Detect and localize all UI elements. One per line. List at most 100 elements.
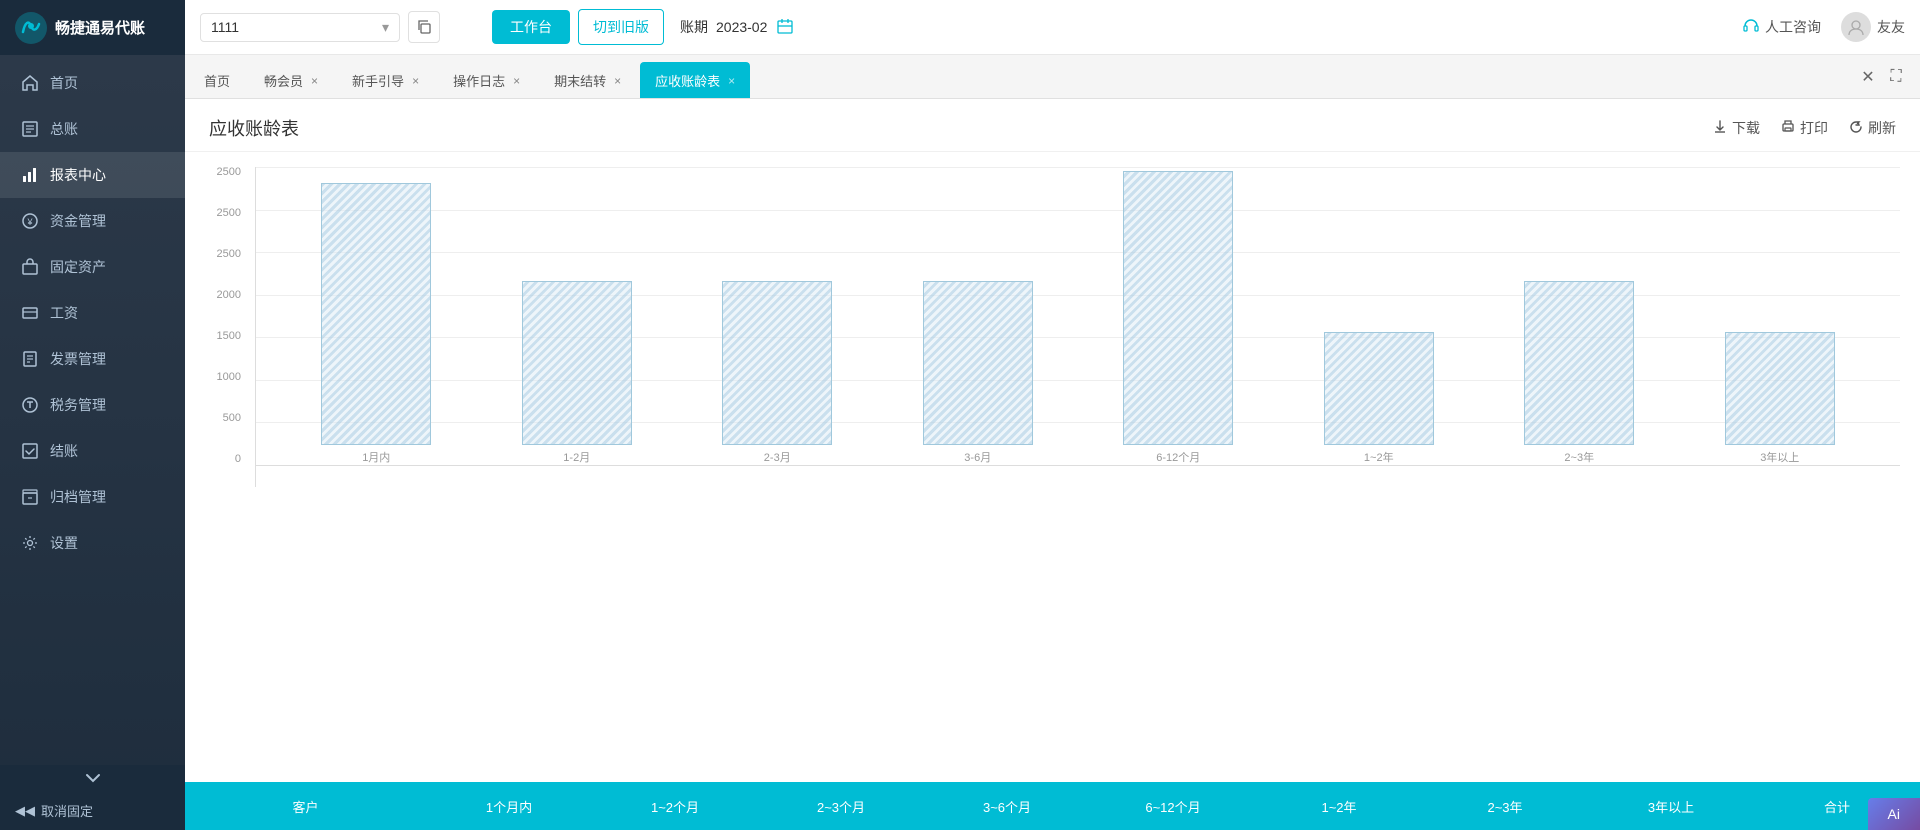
sidebar-logo: 畅捷通易代账 [0, 0, 185, 55]
download-label: 下载 [1732, 118, 1760, 138]
sidebar-item-asset[interactable]: 固定资产 [0, 244, 185, 290]
bars-and-labels: 1月内 1-2月 2-3月 [256, 167, 1900, 487]
fund-icon: ¥ [20, 211, 40, 231]
refresh-button[interactable]: 刷新 [1848, 118, 1896, 138]
tab-home[interactable]: 首页 [189, 62, 245, 98]
tab-guide-close[interactable]: × [412, 74, 419, 88]
tab-member-close[interactable]: × [311, 74, 318, 88]
tab-maximize-button[interactable]: ⛶ [1882, 63, 1910, 91]
sidebar-item-close-account[interactable]: 结账 [0, 428, 185, 474]
tab-close-all-button[interactable]: ✕ [1854, 63, 1882, 91]
bar-2-3month [722, 281, 832, 445]
chart-inner: 1月内 1-2月 2-3月 [255, 167, 1900, 487]
workbench-button[interactable]: 工作台 [492, 10, 570, 44]
bar-group-1-2month: 1-2月 [477, 167, 678, 465]
y-label-2500a: 2500 [217, 249, 249, 260]
col-header-3year-plus: 3年以上 [1588, 797, 1754, 816]
download-button[interactable]: 下载 [1712, 118, 1760, 138]
print-label: 打印 [1800, 118, 1828, 138]
salary-icon [20, 303, 40, 323]
consult-button[interactable]: 人工咨询 [1742, 17, 1821, 38]
period-value: 2023-02 [716, 19, 767, 35]
tab-ar-aging-close[interactable]: × [728, 74, 735, 88]
tab-operation-log-close[interactable]: × [513, 74, 520, 88]
y-label-500: 500 [223, 413, 249, 424]
y-label-0: 0 [235, 454, 249, 465]
col-header-1-2month: 1~2个月 [592, 797, 758, 816]
col-header-2-3month: 2~3个月 [758, 797, 924, 816]
bar-group-1month: 1月内 [276, 167, 477, 465]
sidebar-label-asset: 固定资产 [50, 257, 106, 277]
home-icon [20, 73, 40, 93]
calendar-icon[interactable] [776, 17, 794, 38]
tab-period-close[interactable]: 期末结转 × [539, 62, 636, 98]
headset-icon [1742, 17, 1760, 38]
bar-group-3-6month: 3-6月 [878, 167, 1079, 465]
tab-operation-log[interactable]: 操作日志 × [438, 62, 535, 98]
tab-guide[interactable]: 新手引导 × [337, 62, 434, 98]
sidebar-item-tax[interactable]: 税务管理 [0, 382, 185, 428]
sidebar-unpin-label: 取消固定 [41, 801, 93, 820]
sidebar-label-home: 首页 [50, 73, 78, 93]
report-icon [20, 165, 40, 185]
copy-company-button[interactable] [408, 11, 440, 43]
tab-ar-aging[interactable]: 应收账龄表 × [640, 62, 750, 98]
bar-label-3-6month: 3-6月 [964, 449, 991, 465]
app-name: 畅捷通易代账 [55, 17, 145, 38]
sidebar-unpin-button[interactable]: ◀◀ 取消固定 [0, 791, 185, 830]
sidebar-label-report: 报表中心 [50, 165, 106, 185]
tab-bar: 首页 畅会员 × 新手引导 × 操作日志 × 期末结转 × 应收账龄表 × [185, 55, 1920, 99]
bar-group-6-12month: 6-12个月 [1078, 167, 1279, 465]
page-title: 应收账龄表 [209, 115, 299, 141]
sidebar-item-report[interactable]: 报表中心 [0, 152, 185, 198]
tab-member-label: 畅会员 [264, 71, 303, 90]
ledger-icon [20, 119, 40, 139]
period-display: 账期 2023-02 [676, 17, 798, 38]
sidebar-item-settings[interactable]: 设置 [0, 520, 185, 566]
sidebar-item-archive[interactable]: 归档管理 [0, 474, 185, 520]
sidebar-item-home[interactable]: 首页 [0, 60, 185, 106]
sidebar-label-tax: 税务管理 [50, 395, 106, 415]
bar-label-6-12month: 6-12个月 [1156, 449, 1200, 465]
sidebar-item-invoice[interactable]: 发票管理 [0, 336, 185, 382]
invoice-icon [20, 349, 40, 369]
main-content: 1111 ▾ 工作台 切到旧版 账期 2023-02 [185, 0, 1920, 830]
bar-1-2year [1324, 332, 1434, 445]
bar-2-3year [1524, 281, 1634, 445]
tax-icon [20, 395, 40, 415]
company-selector[interactable]: 1111 ▾ [200, 13, 400, 42]
print-button[interactable]: 打印 [1780, 118, 1828, 138]
archive-icon [20, 487, 40, 507]
tab-period-close-close[interactable]: × [614, 74, 621, 88]
switch-version-button[interactable]: 切到旧版 [578, 9, 664, 45]
company-selector-area: 1111 ▾ [200, 11, 480, 43]
bar-label-1-2month: 1-2月 [563, 449, 590, 465]
col-header-customer: 客户 [185, 797, 426, 816]
sidebar-nav: 首页 总账 [0, 55, 185, 765]
sidebar-item-ledger[interactable]: 总账 [0, 106, 185, 152]
tab-period-close-label: 期末结转 [554, 71, 606, 90]
page-area: 应收账龄表 下载 [185, 99, 1920, 830]
download-icon [1712, 119, 1728, 138]
ai-badge[interactable]: Ai [1868, 798, 1920, 830]
sidebar-label-ledger: 总账 [50, 119, 78, 139]
refresh-label: 刷新 [1868, 118, 1896, 138]
topbar: 1111 ▾ 工作台 切到旧版 账期 2023-02 [185, 0, 1920, 55]
user-name: 友友 [1877, 17, 1905, 37]
y-label-2500c: 2500 [217, 167, 249, 178]
asset-icon [20, 257, 40, 277]
print-icon [1780, 119, 1796, 138]
sidebar-item-salary[interactable]: 工资 [0, 290, 185, 336]
page-actions: 下载 打印 [1692, 118, 1896, 138]
tab-operation-log-label: 操作日志 [453, 71, 505, 90]
user-menu[interactable]: 友友 [1841, 12, 1905, 42]
sidebar-item-fund[interactable]: ¥ 资金管理 [0, 198, 185, 244]
col-header-2-3year: 2~3年 [1422, 797, 1588, 816]
sidebar-label-settings: 设置 [50, 533, 78, 553]
sidebar-scroll-down[interactable] [0, 765, 185, 791]
tab-member[interactable]: 畅会员 × [249, 62, 333, 98]
col-header-1-2year: 1~2年 [1256, 797, 1422, 816]
company-dropdown-icon: ▾ [382, 19, 389, 36]
sidebar-label-close-account: 结账 [50, 441, 78, 461]
pin-icon: ◀◀ [15, 803, 35, 819]
